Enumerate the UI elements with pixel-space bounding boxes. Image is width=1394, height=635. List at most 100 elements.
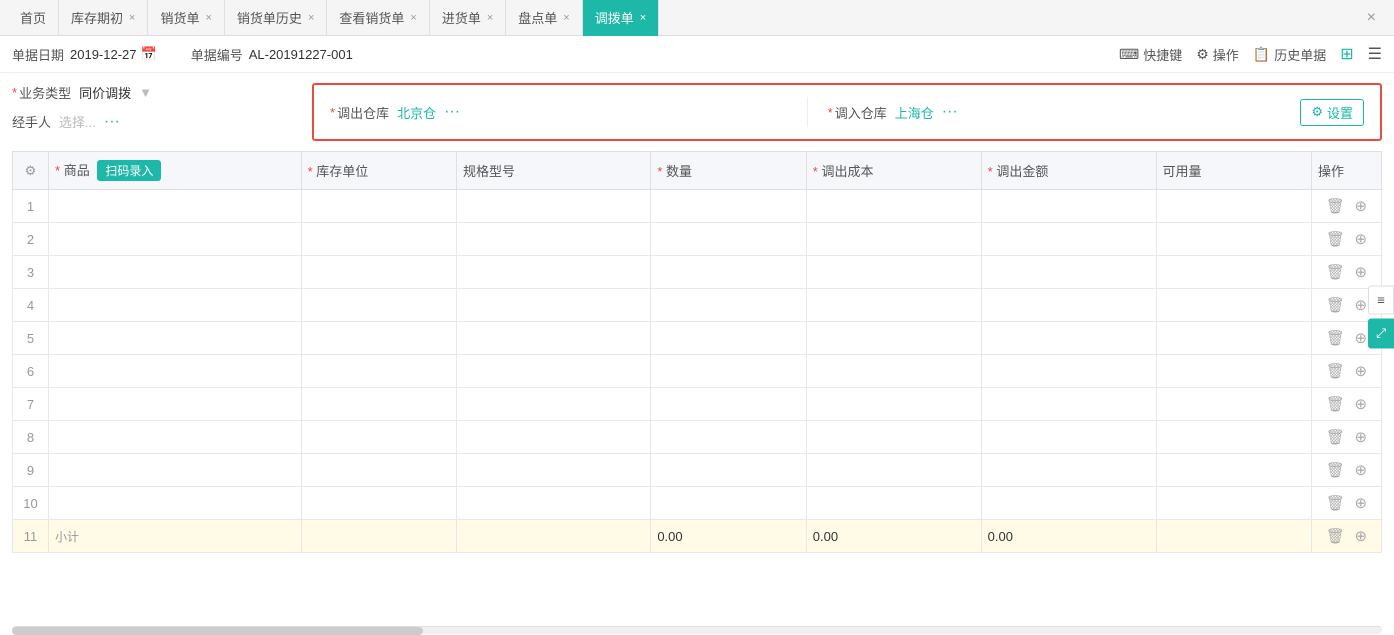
tab-sales-order-close[interactable]: × [205, 12, 211, 24]
row-cost-cell[interactable] [806, 421, 981, 454]
row-product-cell[interactable] [49, 388, 302, 421]
row-qty-cell[interactable] [651, 190, 806, 223]
table-gear-icon[interactable]: ⚙ [25, 163, 37, 178]
row-spec-cell[interactable] [457, 190, 651, 223]
row-copy-icon[interactable]: ⊕ [1355, 264, 1368, 281]
row-cost-cell[interactable] [806, 487, 981, 520]
row-product-cell[interactable] [49, 289, 302, 322]
row-product-cell[interactable] [49, 256, 302, 289]
row-amount-cell[interactable] [981, 322, 1156, 355]
row-unit-cell[interactable] [301, 190, 456, 223]
out-warehouse-more-icon[interactable]: ··· [444, 103, 460, 121]
row-product-cell[interactable] [49, 355, 302, 388]
handler-input[interactable]: 选择... [59, 112, 96, 131]
tab-sales-history[interactable]: 销货单历史 × [225, 0, 327, 36]
row-product-cell[interactable] [49, 487, 302, 520]
row-spec-cell[interactable] [457, 421, 651, 454]
row-amount-cell[interactable] [981, 454, 1156, 487]
row-spec-cell[interactable] [457, 487, 651, 520]
row-qty-cell[interactable] [651, 487, 806, 520]
calendar-icon[interactable]: 📅 [141, 46, 157, 62]
row-cost-cell[interactable] [806, 388, 981, 421]
row-amount-cell[interactable] [981, 256, 1156, 289]
row-cost-cell[interactable] [806, 454, 981, 487]
tab-purchase-order[interactable]: 进货单 × [430, 0, 506, 36]
row-amount-cell[interactable] [981, 223, 1156, 256]
side-list-btn[interactable]: ≡ [1368, 286, 1394, 315]
tab-view-sales-close[interactable]: × [410, 12, 416, 24]
row-copy-icon[interactable]: ⊕ [1355, 198, 1368, 215]
row-unit-cell[interactable] [301, 223, 456, 256]
row-cost-cell[interactable] [806, 256, 981, 289]
scan-btn[interactable]: 扫码录入 [97, 160, 161, 181]
row-qty-cell[interactable] [651, 454, 806, 487]
row-copy-icon[interactable]: ⊕ [1355, 231, 1368, 248]
row-unit-cell[interactable] [301, 388, 456, 421]
row-spec-cell[interactable] [457, 355, 651, 388]
row-delete-icon[interactable]: 🗑 [1326, 330, 1345, 347]
row-amount-cell[interactable] [981, 421, 1156, 454]
row-copy-icon[interactable]: ⊕ [1355, 396, 1368, 413]
row-unit-cell[interactable] [301, 289, 456, 322]
operations-action[interactable]: ⚙ 操作 [1196, 45, 1239, 64]
window-close-btn[interactable]: × [1357, 9, 1386, 27]
row-product-cell[interactable] [49, 190, 302, 223]
row-amount-cell[interactable] [981, 388, 1156, 421]
tab-sales-order[interactable]: 销货单 × [148, 0, 224, 36]
row-unit-cell[interactable] [301, 421, 456, 454]
tab-purchase-order-close[interactable]: × [487, 12, 493, 24]
row-amount-cell[interactable] [981, 289, 1156, 322]
tab-transfer-order[interactable]: 调拨单 × [583, 0, 659, 36]
row-amount-cell[interactable] [981, 487, 1156, 520]
row-product-cell[interactable] [49, 322, 302, 355]
row-spec-cell[interactable] [457, 388, 651, 421]
row-spec-cell[interactable] [457, 289, 651, 322]
in-warehouse-value[interactable]: 上海仓 [895, 103, 934, 122]
row-product-cell[interactable] [49, 454, 302, 487]
list-view-icon[interactable]: ☰ [1368, 44, 1382, 64]
row-product-cell[interactable] [49, 223, 302, 256]
row-delete-icon[interactable]: 🗑 [1326, 429, 1345, 446]
row-copy-icon[interactable]: ⊕ [1355, 495, 1368, 512]
tab-inventory-count-close[interactable]: × [563, 12, 569, 24]
row-delete-icon[interactable]: 🗑 [1326, 297, 1345, 314]
handler-more-icon[interactable]: ··· [104, 113, 120, 131]
warehouse-settings-btn[interactable]: ⚙ 设置 [1300, 99, 1364, 126]
row-delete-icon[interactable]: 🗑 [1326, 396, 1345, 413]
history-action[interactable]: 📋 历史单据 [1253, 45, 1326, 64]
row-unit-cell[interactable] [301, 256, 456, 289]
grid-view-icon[interactable]: ⊞ [1340, 44, 1353, 64]
tab-inventory-count[interactable]: 盘点单 × [506, 0, 582, 36]
doc-date-value[interactable]: 2019-12-27 [70, 47, 137, 62]
tab-transfer-order-close[interactable]: × [640, 12, 646, 24]
shortcut-action[interactable]: ⌨ 快捷键 [1119, 45, 1182, 64]
tab-inventory-init[interactable]: 库存期初 × [59, 0, 148, 36]
row-cost-cell[interactable] [806, 289, 981, 322]
row-delete-icon[interactable]: 🗑 [1326, 198, 1345, 215]
row-qty-cell[interactable] [651, 421, 806, 454]
in-warehouse-more-icon[interactable]: ··· [942, 103, 958, 121]
row-cost-cell[interactable] [806, 190, 981, 223]
side-expand-btn[interactable]: ⤢ [1368, 319, 1394, 349]
row-spec-cell[interactable] [457, 322, 651, 355]
biz-type-value[interactable]: 同价调拨 [79, 83, 131, 102]
row-amount-cell[interactable] [981, 355, 1156, 388]
row-unit-cell[interactable] [301, 322, 456, 355]
row-delete-icon[interactable]: 🗑 [1326, 231, 1345, 248]
subtotal-delete-icon[interactable]: 🗑 [1326, 528, 1345, 545]
row-qty-cell[interactable] [651, 322, 806, 355]
row-cost-cell[interactable] [806, 322, 981, 355]
row-copy-icon[interactable]: ⊕ [1355, 363, 1368, 380]
out-warehouse-value[interactable]: 北京仓 [397, 103, 436, 122]
row-unit-cell[interactable] [301, 355, 456, 388]
tab-home[interactable]: 首页 [8, 0, 59, 36]
subtotal-copy-icon[interactable]: ⊕ [1355, 528, 1368, 545]
row-qty-cell[interactable] [651, 355, 806, 388]
row-spec-cell[interactable] [457, 256, 651, 289]
row-delete-icon[interactable]: 🗑 [1326, 264, 1345, 281]
tab-sales-history-close[interactable]: × [308, 12, 314, 24]
row-qty-cell[interactable] [651, 388, 806, 421]
row-product-cell[interactable] [49, 421, 302, 454]
row-delete-icon[interactable]: 🗑 [1326, 462, 1345, 479]
row-spec-cell[interactable] [457, 454, 651, 487]
